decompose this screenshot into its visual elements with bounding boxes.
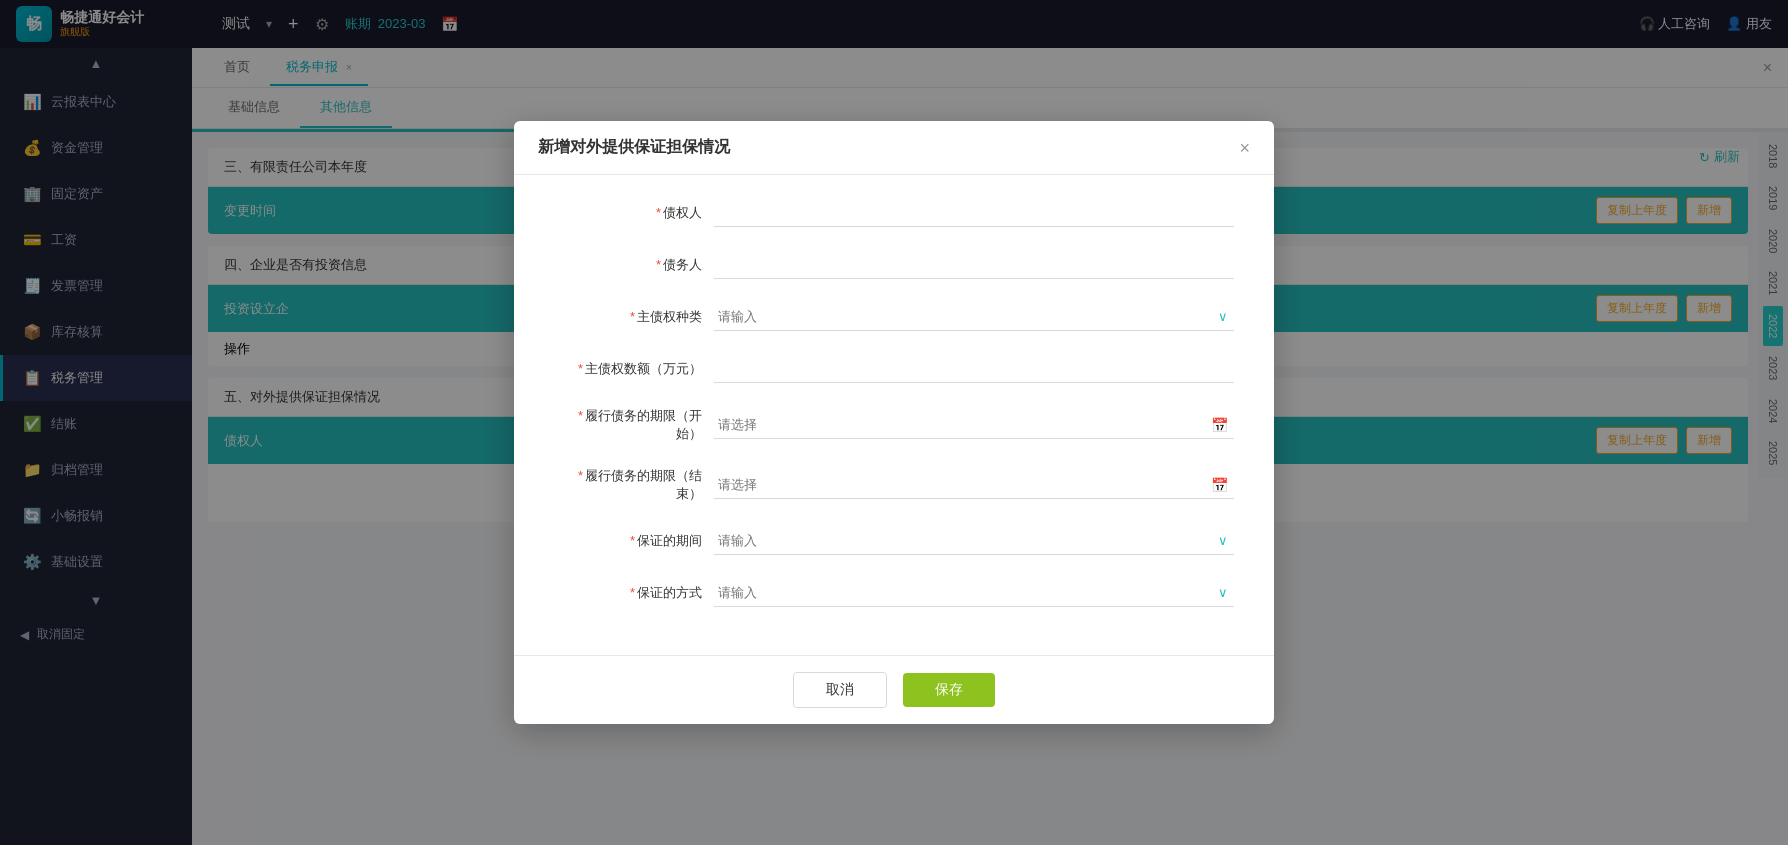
label-guarantee-period: *保证的期间: [554, 532, 714, 550]
claim-type-dropdown-icon[interactable]: ∨: [1212, 309, 1234, 324]
modal-overlay: 新增对外提供保证担保情况 × *债权人 *债务人 *: [0, 0, 1788, 845]
select-guarantee-method[interactable]: [714, 579, 1212, 606]
modal-close-button[interactable]: ×: [1239, 139, 1250, 157]
date-end-wrap: 📅: [714, 471, 1234, 499]
label-claim-amount: *主债权数额（万元）: [554, 360, 714, 378]
label-period-end: *履行债务的期限（结束）: [554, 467, 714, 503]
cancel-button[interactable]: 取消: [793, 672, 887, 708]
select-guarantee-period-wrap: ∨: [714, 527, 1234, 555]
input-debtor[interactable]: [714, 251, 1234, 279]
label-guarantee-method: *保证的方式: [554, 584, 714, 602]
select-guarantee-period[interactable]: [714, 527, 1212, 554]
field-guarantee-method: *保证的方式 ∨: [554, 579, 1234, 607]
modal-body: *债权人 *债务人 *主债权种类 ∨: [514, 175, 1274, 655]
modal-footer: 取消 保存: [514, 655, 1274, 724]
guarantee-period-dropdown-icon[interactable]: ∨: [1212, 533, 1234, 548]
field-creditor: *债权人: [554, 199, 1234, 227]
date-start-input[interactable]: [714, 411, 1205, 438]
field-guarantee-period: *保证的期间 ∨: [554, 527, 1234, 555]
date-start-wrap: 📅: [714, 411, 1234, 439]
modal: 新增对外提供保证担保情况 × *债权人 *债务人 *: [514, 121, 1274, 724]
input-creditor[interactable]: [714, 199, 1234, 227]
field-claim-amount: *主债权数额（万元）: [554, 355, 1234, 383]
field-period-start: *履行债务的期限（开始） 📅: [554, 407, 1234, 443]
modal-header: 新增对外提供保证担保情况 ×: [514, 121, 1274, 175]
field-claim-type: *主债权种类 ∨: [554, 303, 1234, 331]
select-claim-type-wrap: ∨: [714, 303, 1234, 331]
modal-title: 新增对外提供保证担保情况: [538, 137, 730, 158]
input-claim-amount[interactable]: [714, 355, 1234, 383]
field-period-end: *履行债务的期限（结束） 📅: [554, 467, 1234, 503]
select-claim-type[interactable]: [714, 303, 1212, 330]
date-end-input[interactable]: [714, 471, 1205, 498]
date-end-calendar-icon[interactable]: 📅: [1205, 477, 1234, 493]
guarantee-method-dropdown-icon[interactable]: ∨: [1212, 585, 1234, 600]
label-claim-type: *主债权种类: [554, 308, 714, 326]
label-period-start: *履行债务的期限（开始）: [554, 407, 714, 443]
save-button[interactable]: 保存: [903, 673, 995, 707]
select-guarantee-method-wrap: ∨: [714, 579, 1234, 607]
label-creditor: *债权人: [554, 204, 714, 222]
label-debtor: *债务人: [554, 256, 714, 274]
date-start-calendar-icon[interactable]: 📅: [1205, 417, 1234, 433]
field-debtor: *债务人: [554, 251, 1234, 279]
